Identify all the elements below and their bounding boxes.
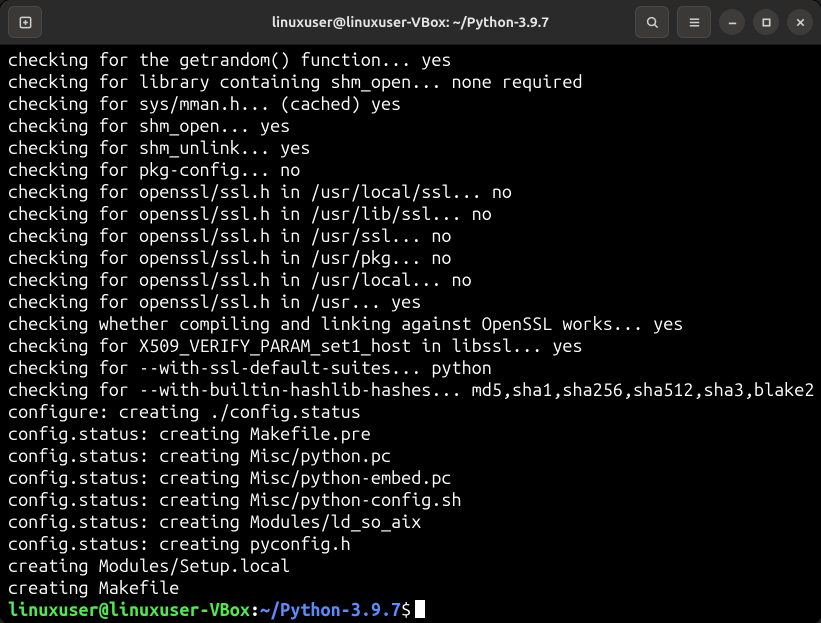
terminal-line: checking for openssl/ssl.h in /usr/local…: [8, 181, 813, 203]
terminal-line: config.status: creating Makefile.pre: [8, 423, 813, 445]
terminal-line: configure: creating ./config.status: [8, 401, 813, 423]
terminal-line: checking for openssl/ssl.h in /usr... ye…: [8, 291, 813, 313]
prompt-user-host: linuxuser@linuxuser-VBox: [8, 600, 250, 620]
close-button[interactable]: [787, 9, 813, 35]
terminal-prompt-line[interactable]: linuxuser@linuxuser-VBox:~/Python-3.9.7$: [8, 599, 813, 621]
terminal-line: checking for openssl/ssl.h in /usr/local…: [8, 269, 813, 291]
terminal-line: checking for --with-ssl-default-suites..…: [8, 357, 813, 379]
minimize-icon: [727, 17, 738, 28]
terminal-line: config.status: creating Misc/python.pc: [8, 445, 813, 467]
maximize-icon: [761, 17, 772, 28]
terminal-line: checking for library containing shm_open…: [8, 71, 813, 93]
terminal-line: checking for sys/mman.h... (cached) yes: [8, 93, 813, 115]
new-tab-icon: [18, 15, 33, 30]
new-tab-button[interactable]: [8, 6, 42, 38]
maximize-button[interactable]: [753, 9, 779, 35]
search-button[interactable]: [635, 6, 669, 38]
terminal-line: config.status: creating Modules/ld_so_ai…: [8, 511, 813, 533]
prompt-colon: :: [250, 600, 260, 620]
cursor: [415, 600, 425, 618]
search-icon: [645, 15, 660, 30]
terminal-line: checking for --with-builtin-hashlib-hash…: [8, 379, 813, 401]
terminal-line: checking for X509_VERIFY_PARAM_set1_host…: [8, 335, 813, 357]
prompt-path: ~/Python-3.9.7: [260, 600, 401, 620]
terminal-line: checking for pkg-config... no: [8, 159, 813, 181]
terminal-line: checking for shm_open... yes: [8, 115, 813, 137]
hamburger-icon: [687, 15, 702, 30]
terminal-window: linuxuser@linuxuser-VBox: ~/Python-3.9.7: [0, 0, 821, 623]
terminal-line: checking whether compiling and linking a…: [8, 313, 813, 335]
close-icon: [795, 17, 806, 28]
terminal-line: checking for openssl/ssl.h in /usr/pkg..…: [8, 247, 813, 269]
terminal-line: config.status: creating Misc/python-conf…: [8, 489, 813, 511]
titlebar-left: [8, 6, 42, 38]
terminal-line: creating Makefile: [8, 577, 813, 599]
terminal-line: config.status: creating pyconfig.h: [8, 533, 813, 555]
terminal-line: config.status: creating Misc/python-embe…: [8, 467, 813, 489]
terminal-line: checking for openssl/ssl.h in /usr/ssl..…: [8, 225, 813, 247]
prompt-symbol: $: [401, 600, 411, 620]
menu-button[interactable]: [677, 6, 711, 38]
terminal-line: checking for the getrandom() function...…: [8, 49, 813, 71]
minimize-button[interactable]: [719, 9, 745, 35]
terminal-line: checking for shm_unlink... yes: [8, 137, 813, 159]
titlebar: linuxuser@linuxuser-VBox: ~/Python-3.9.7: [0, 0, 821, 45]
terminal-line: checking for openssl/ssl.h in /usr/lib/s…: [8, 203, 813, 225]
terminal-line: creating Modules/Setup.local: [8, 555, 813, 577]
terminal-body[interactable]: checking for the getrandom() function...…: [0, 45, 821, 623]
titlebar-right: [635, 6, 813, 38]
